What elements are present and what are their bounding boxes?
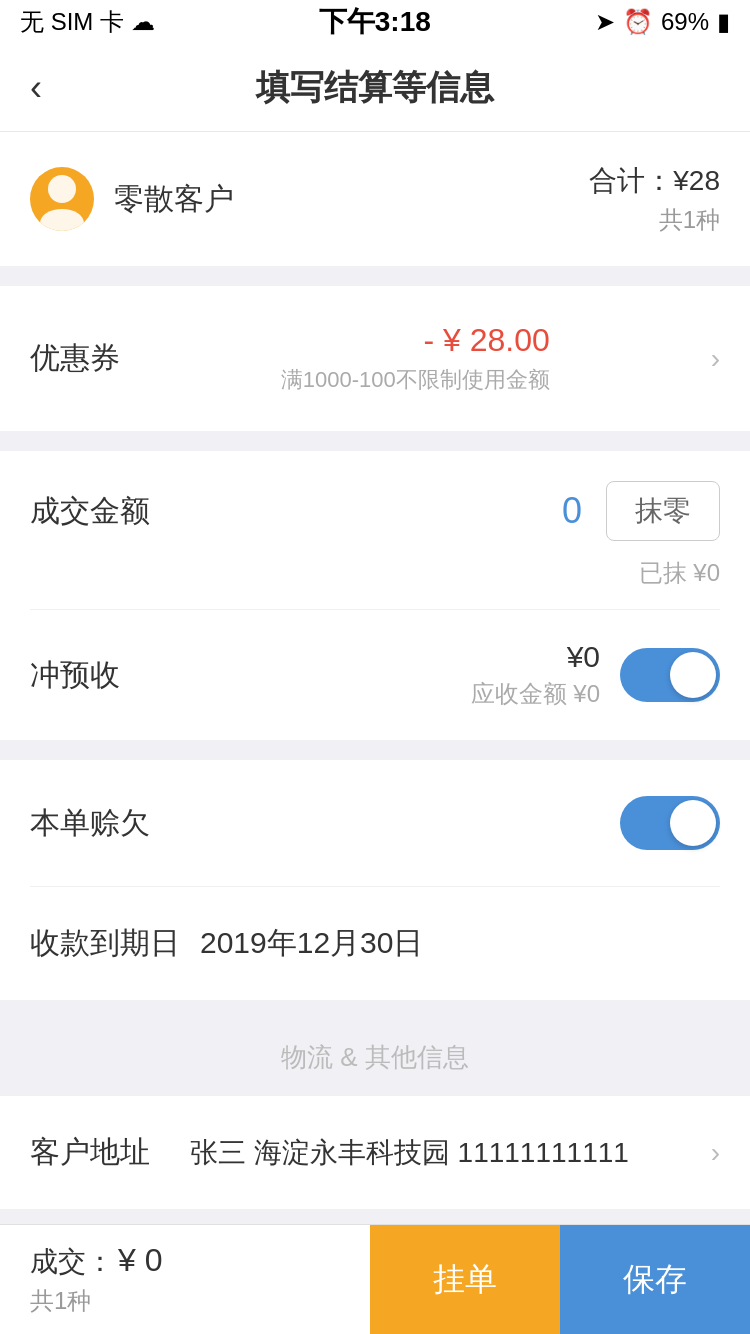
advance-values: ¥0 应收金额 ¥0	[471, 640, 600, 710]
coupon-row[interactable]: 优惠券 - ¥ 28.00 满1000-100不限制使用金额 ›	[0, 286, 750, 431]
advance-toggle[interactable]	[620, 648, 720, 702]
status-bar: 无 SIM 卡 ☁ 下午3:18 ➤ ⏰ 69% ▮	[0, 0, 750, 44]
address-value: 张三 海淀永丰科技园 11111111111	[190, 1134, 711, 1172]
nav-bar: ‹ 填写结算等信息	[0, 44, 750, 132]
status-bar-time: 下午3:18	[319, 3, 431, 41]
customer-total: 合计：¥28	[589, 162, 720, 200]
deal-amount-sub: 已抹 ¥0	[30, 557, 720, 609]
alarm-icon: ⏰	[623, 8, 653, 36]
location-icon: ➤	[595, 8, 615, 36]
address-chevron-icon: ›	[711, 1137, 720, 1169]
svg-point-0	[48, 175, 76, 203]
customer-summary: 合计：¥28 共1种	[589, 162, 720, 236]
advance-value: ¥0	[471, 640, 600, 674]
due-date-label: 收款到期日	[30, 923, 180, 964]
debt-card: 本单赊欠 收款到期日 2019年12月30日	[0, 760, 750, 1000]
footer-count: 共1种	[30, 1285, 340, 1317]
back-button[interactable]: ‹	[30, 67, 42, 109]
avatar	[30, 167, 94, 231]
debt-label: 本单赊欠	[30, 803, 150, 844]
sim-status: 无 SIM 卡 ☁	[20, 6, 155, 38]
address-label: 客户地址	[30, 1132, 170, 1173]
coupon-value: - ¥ 28.00	[281, 322, 550, 359]
battery-level: 69%	[661, 8, 709, 36]
footer-info: 成交： ¥ 0 共1种	[0, 1225, 370, 1334]
advance-row: 冲预收 ¥0 应收金额 ¥0	[0, 610, 750, 740]
svg-point-1	[40, 209, 84, 231]
deal-amount-row: 成交金额 0 抹零	[30, 481, 720, 557]
advance-label: 冲预收	[30, 655, 120, 696]
status-bar-right: ➤ ⏰ 69% ▮	[595, 8, 730, 36]
toggle-knob	[670, 652, 716, 698]
amount-card: 成交金额 0 抹零 已抹 ¥0 冲预收 ¥0 应收金额 ¥0	[0, 451, 750, 740]
deal-amount-label: 成交金额	[30, 491, 150, 532]
address-card[interactable]: 客户地址 张三 海淀永丰科技园 11111111111 ›	[0, 1095, 750, 1209]
deal-amount-controls: 0 抹零	[562, 481, 720, 541]
advance-right: ¥0 应收金额 ¥0	[471, 640, 720, 710]
battery-icon: ▮	[717, 8, 730, 36]
page-title: 填写结算等信息	[256, 65, 494, 111]
deal-amount-value[interactable]: 0	[562, 490, 582, 532]
customer-left: 零散客户	[30, 167, 234, 231]
bottom-footer: 成交： ¥ 0 共1种 挂单 保存	[0, 1224, 750, 1334]
customer-row: 零散客户 合计：¥28 共1种	[0, 132, 750, 266]
round-button[interactable]: 抹零	[606, 481, 720, 541]
customer-name: 零散客户	[114, 179, 234, 220]
customer-card: 零散客户 合计：¥28 共1种	[0, 132, 750, 266]
due-date-value: 2019年12月30日	[200, 923, 423, 964]
address-row[interactable]: 客户地址 张三 海淀永丰科技园 11111111111 ›	[0, 1095, 750, 1209]
coupon-right: - ¥ 28.00 满1000-100不限制使用金额	[281, 322, 550, 395]
customer-count: 共1种	[589, 204, 720, 236]
hang-button[interactable]: 挂单	[370, 1225, 560, 1334]
footer-deal-label: 成交：	[30, 1243, 114, 1281]
debt-row: 本单赊欠	[0, 760, 750, 886]
advance-sub: 应收金额 ¥0	[471, 678, 600, 710]
due-date-row: 收款到期日 2019年12月30日	[0, 887, 750, 1000]
coupon-label: 优惠券	[30, 338, 120, 379]
chevron-right-icon: ›	[711, 343, 720, 375]
status-bar-left: 无 SIM 卡 ☁	[20, 6, 155, 38]
debt-toggle-knob	[670, 800, 716, 846]
logistics-label: 物流 & 其他信息	[281, 1042, 469, 1072]
coupon-desc: 满1000-100不限制使用金额	[281, 365, 550, 395]
deal-amount-section: 成交金额 0 抹零 已抹 ¥0	[0, 451, 750, 609]
coupon-card[interactable]: 优惠券 - ¥ 28.00 满1000-100不限制使用金额 ›	[0, 286, 750, 431]
footer-deal-amount: ¥ 0	[118, 1242, 162, 1279]
debt-toggle[interactable]	[620, 796, 720, 850]
save-button[interactable]: 保存	[560, 1225, 750, 1334]
logistics-divider: 物流 & 其他信息	[0, 1020, 750, 1095]
